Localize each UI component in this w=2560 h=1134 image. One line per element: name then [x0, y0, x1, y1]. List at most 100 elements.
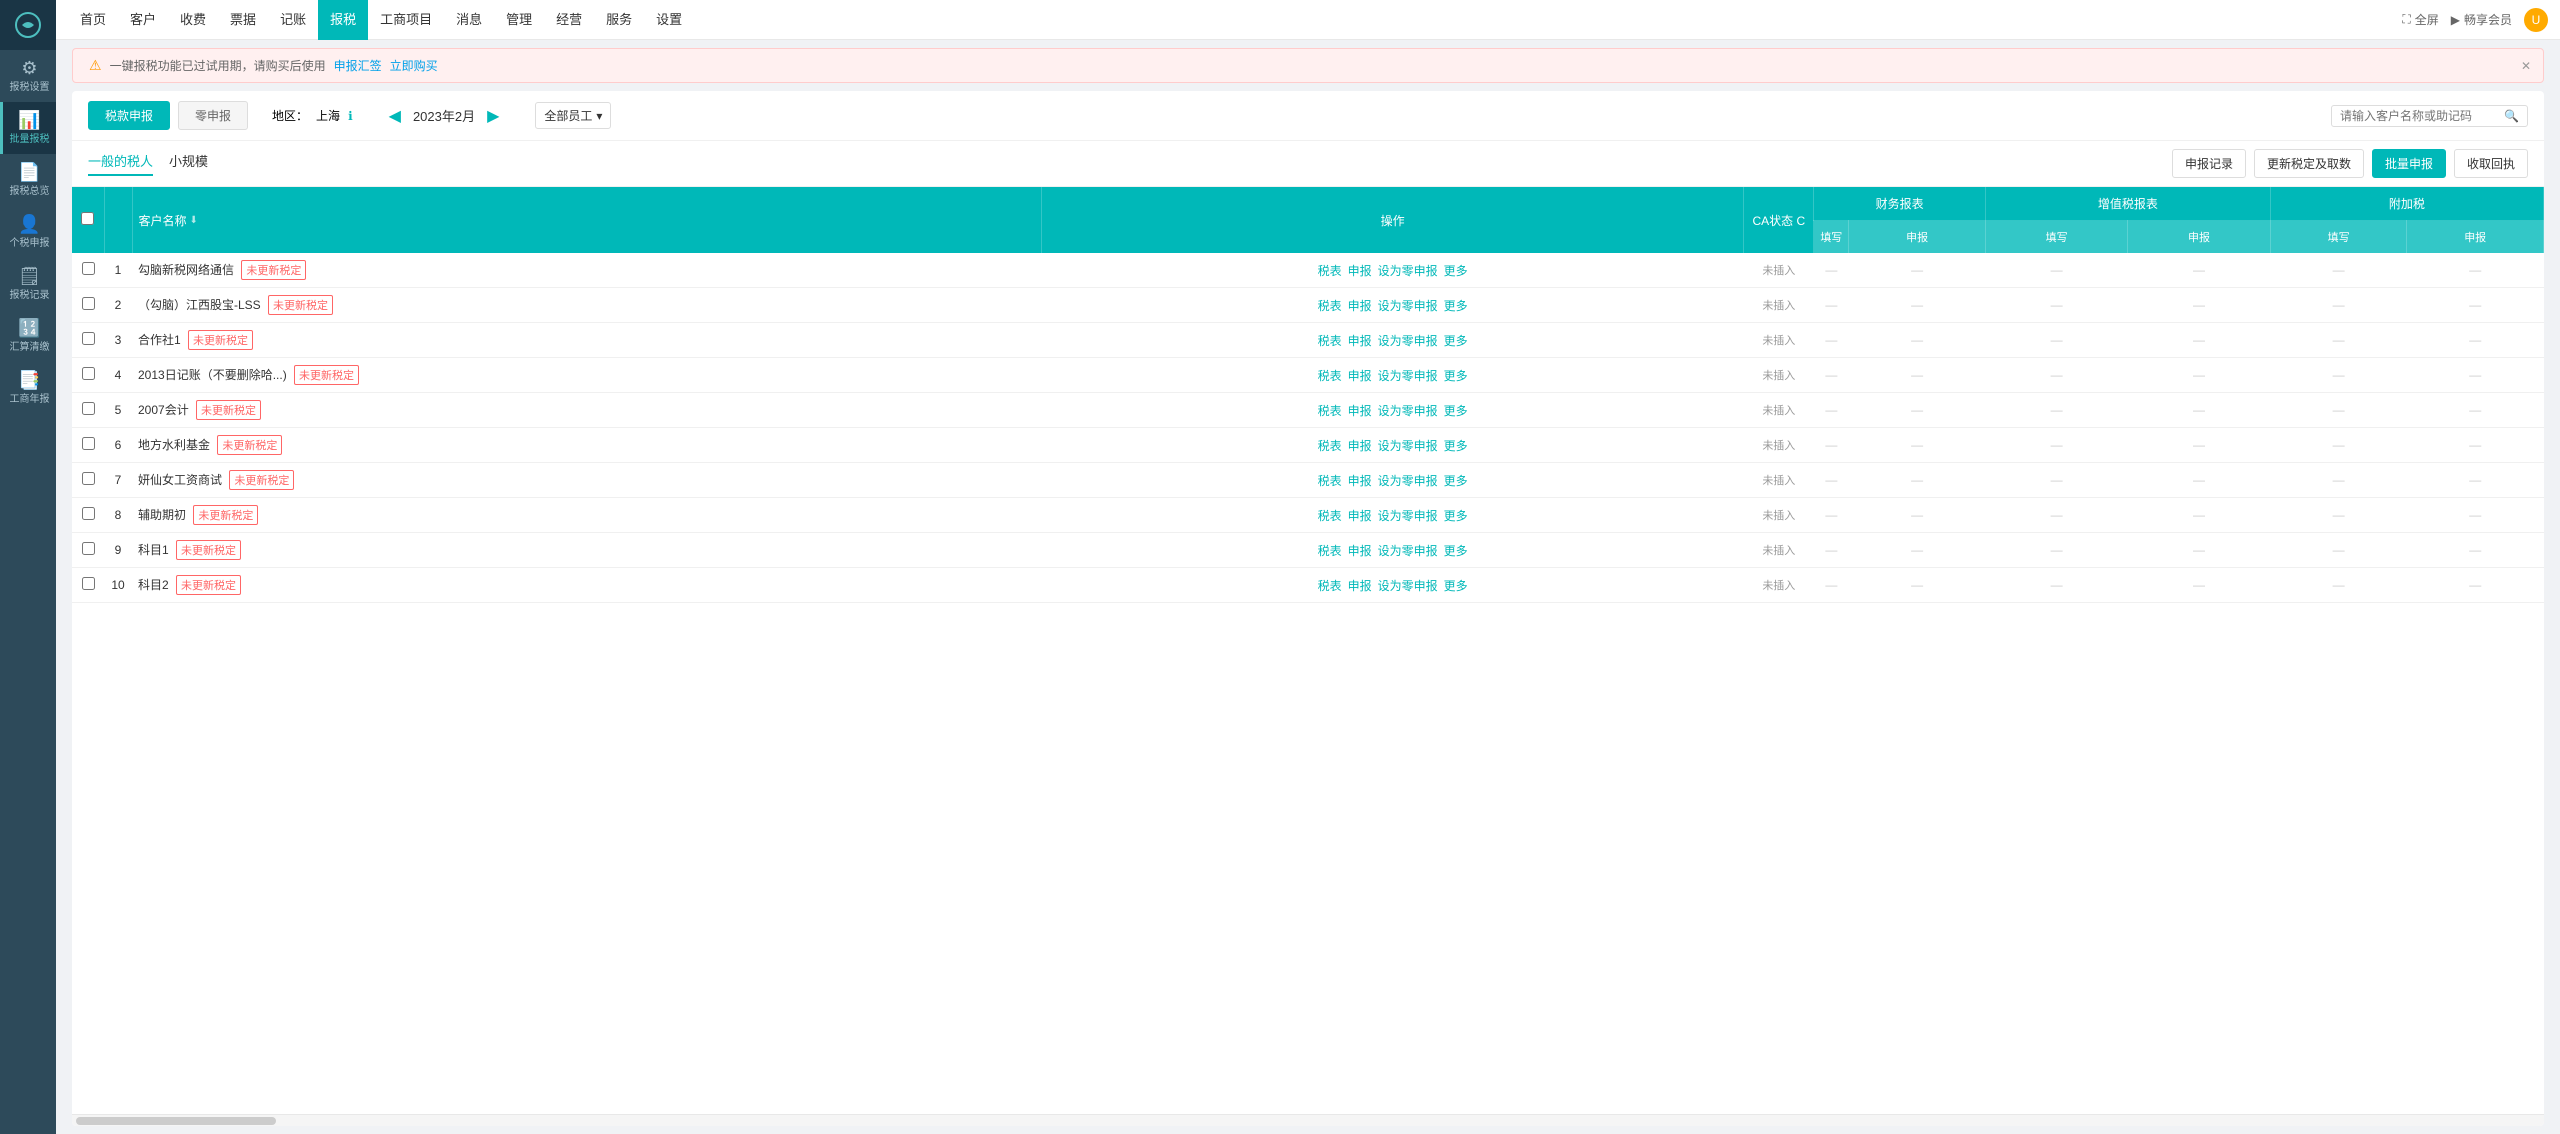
nav-jingying[interactable]: 经营: [544, 0, 594, 40]
op-更多[interactable]: 更多: [1444, 334, 1468, 348]
search-input[interactable]: [2340, 109, 2500, 123]
row-checkbox[interactable]: [82, 472, 95, 485]
row-fujia-report: —: [2407, 288, 2544, 323]
op-更多[interactable]: 更多: [1444, 579, 1468, 593]
sort-icon[interactable]: ⬇: [190, 215, 198, 226]
op-申报[interactable]: 申报: [1348, 264, 1372, 278]
op-更多[interactable]: 更多: [1444, 299, 1468, 313]
op-设为零申报[interactable]: 设为零申报: [1378, 299, 1438, 313]
update-rate-btn[interactable]: 更新税定及取数: [2254, 149, 2364, 178]
scroll-bar-thumb[interactable]: [76, 1117, 276, 1125]
nav-xiaoxi[interactable]: 消息: [444, 0, 494, 40]
op-申报[interactable]: 申报: [1348, 439, 1372, 453]
sidebar-item-baoshuishezhi[interactable]: ⚙ 报税设置: [0, 50, 56, 102]
op-设为零申报[interactable]: 设为零申报: [1378, 404, 1438, 418]
op-税表[interactable]: 税表: [1318, 474, 1342, 488]
op-申报[interactable]: 申报: [1348, 334, 1372, 348]
op-税表[interactable]: 税表: [1318, 264, 1342, 278]
row-ca: 未插入: [1744, 253, 1814, 288]
row-caiwu-report: —: [1849, 533, 1986, 568]
op-设为零申报[interactable]: 设为零申报: [1378, 439, 1438, 453]
op-税表[interactable]: 税表: [1318, 579, 1342, 593]
notice-close-btn[interactable]: ✕: [2521, 59, 2531, 73]
customer-name: 妍仙女工资商试: [138, 473, 222, 487]
fullscreen-btn[interactable]: ⛶ 全屏: [2402, 11, 2438, 28]
row-zengzhi-report: —: [2128, 533, 2270, 568]
op-税表[interactable]: 税表: [1318, 369, 1342, 383]
op-设为零申报[interactable]: 设为零申报: [1378, 369, 1438, 383]
sidebar-item-piliangshuibao[interactable]: 📊 批量报税: [0, 102, 56, 154]
nav-baoshui[interactable]: 报税: [318, 0, 368, 40]
sidebar-item-jisuan[interactable]: 🔢 汇算清缴: [0, 310, 56, 362]
row-checkbox[interactable]: [82, 577, 95, 590]
nav-home[interactable]: 首页: [68, 0, 118, 40]
nav-gongshang[interactable]: 工商项目: [368, 0, 444, 40]
type-tab-small[interactable]: 小规模: [169, 151, 208, 176]
cancel-btn[interactable]: 收取回执: [2454, 149, 2528, 178]
sidebar-item-geshuisheqin[interactable]: 👤 个税申报: [0, 206, 56, 258]
op-更多[interactable]: 更多: [1444, 404, 1468, 418]
sidebar-item-gongshang[interactable]: 📑 工商年报: [0, 362, 56, 414]
nav-jizhang[interactable]: 记账: [268, 0, 318, 40]
op-更多[interactable]: 更多: [1444, 264, 1468, 278]
op-申报[interactable]: 申报: [1348, 369, 1372, 383]
date-next-btn[interactable]: ▶: [483, 106, 503, 126]
nav-customer[interactable]: 客户: [118, 0, 168, 40]
op-设为零申报[interactable]: 设为零申报: [1378, 509, 1438, 523]
op-申报[interactable]: 申报: [1348, 299, 1372, 313]
tab-taxfiling[interactable]: 税款申报: [88, 101, 170, 130]
op-税表[interactable]: 税表: [1318, 544, 1342, 558]
row-fujia-report: —: [2407, 533, 2544, 568]
type-tab-general[interactable]: 一般的税人: [88, 151, 153, 176]
row-checkbox[interactable]: [82, 262, 95, 275]
op-设为零申报[interactable]: 设为零申报: [1378, 264, 1438, 278]
sidebar-item-baoshuijilu[interactable]: 🗒 报税记录: [0, 258, 56, 310]
op-设为零申报[interactable]: 设为零申报: [1378, 334, 1438, 348]
op-更多[interactable]: 更多: [1444, 544, 1468, 558]
row-checkbox[interactable]: [82, 437, 95, 450]
op-更多[interactable]: 更多: [1444, 509, 1468, 523]
row-checkbox[interactable]: [82, 507, 95, 520]
op-申报[interactable]: 申报: [1348, 544, 1372, 558]
batch-shenbao-btn[interactable]: 批量申报: [2372, 149, 2446, 178]
op-税表[interactable]: 税表: [1318, 509, 1342, 523]
sidebar-item-baoshuizonglan[interactable]: 📄 报税总览: [0, 154, 56, 206]
nav-fuwu[interactable]: 服务: [594, 0, 644, 40]
row-checkbox[interactable]: [82, 332, 95, 345]
row-checkbox[interactable]: [82, 542, 95, 555]
op-申报[interactable]: 申报: [1348, 579, 1372, 593]
row-checkbox[interactable]: [82, 297, 95, 310]
op-税表[interactable]: 税表: [1318, 334, 1342, 348]
nav-shoufei[interactable]: 收费: [168, 0, 218, 40]
scroll-bar[interactable]: [72, 1114, 2544, 1126]
op-申报[interactable]: 申报: [1348, 509, 1372, 523]
notice-link-shenbao[interactable]: 申报汇签: [334, 57, 382, 74]
row-checkbox[interactable]: [82, 402, 95, 415]
op-更多[interactable]: 更多: [1444, 369, 1468, 383]
user-avatar[interactable]: U: [2524, 8, 2548, 32]
nav-guanli[interactable]: 管理: [494, 0, 544, 40]
row-no: 9: [104, 533, 132, 568]
op-设为零申报[interactable]: 设为零申报: [1378, 544, 1438, 558]
op-税表[interactable]: 税表: [1318, 299, 1342, 313]
nav-piaoju[interactable]: 票据: [218, 0, 268, 40]
op-设为零申报[interactable]: 设为零申报: [1378, 474, 1438, 488]
notice-link-buy[interactable]: 立即购买: [390, 57, 438, 74]
op-申报[interactable]: 申报: [1348, 404, 1372, 418]
search-icon[interactable]: 🔍: [2504, 109, 2519, 123]
op-更多[interactable]: 更多: [1444, 439, 1468, 453]
info-icon[interactable]: ℹ: [348, 109, 353, 123]
op-申报[interactable]: 申报: [1348, 474, 1372, 488]
date-prev-btn[interactable]: ◀: [385, 106, 405, 126]
row-checkbox[interactable]: [82, 367, 95, 380]
op-更多[interactable]: 更多: [1444, 474, 1468, 488]
op-设为零申报[interactable]: 设为零申报: [1378, 579, 1438, 593]
tab-zeroreport[interactable]: 零申报: [178, 101, 248, 130]
shenbao-jilu-btn[interactable]: 申报记录: [2172, 149, 2246, 178]
vip-btn[interactable]: ▶ 畅享会员: [2451, 11, 2512, 28]
op-税表[interactable]: 税表: [1318, 404, 1342, 418]
nav-shezhi[interactable]: 设置: [644, 0, 694, 40]
select-all-checkbox[interactable]: [81, 212, 94, 225]
dept-select[interactable]: 全部员工 ▾: [535, 102, 611, 129]
op-税表[interactable]: 税表: [1318, 439, 1342, 453]
